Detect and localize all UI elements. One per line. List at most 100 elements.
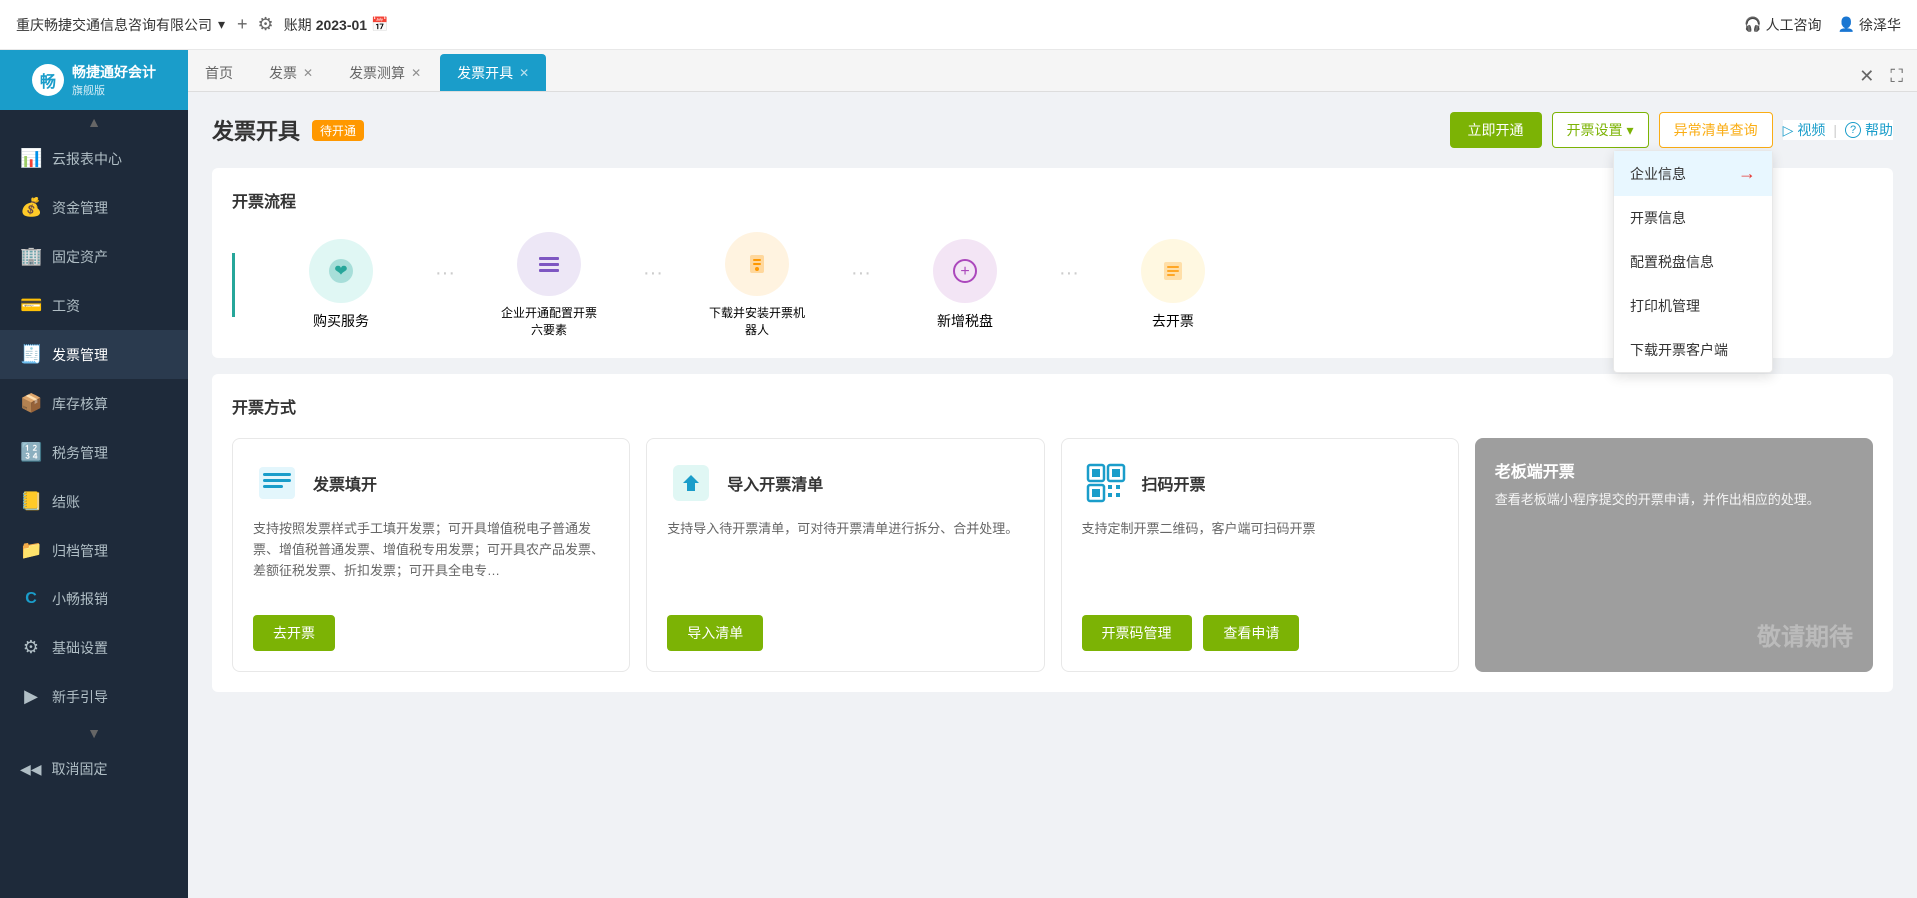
flow-step-2-label: 企业开通配置开票六要素 — [499, 304, 599, 338]
flow-step-5: 去开票 — [1083, 239, 1263, 331]
status-badge: 待开通 — [312, 120, 364, 141]
company-name: 重庆畅捷交通信息咨询有限公司 — [16, 15, 212, 35]
tab-fapiao-close[interactable]: ✕ — [303, 66, 313, 80]
video-help-area: ▷ 视频 | ? 帮助 — [1783, 120, 1893, 140]
user-menu[interactable]: 👤 徐泽华 — [1838, 15, 1901, 35]
dropdown-xiazai-label: 下载开票客户端 — [1630, 342, 1728, 358]
scroll-down-arrow[interactable]: ▼ — [0, 721, 188, 745]
tab-fapiao-label: 发票 — [269, 63, 297, 83]
tab-fapiao[interactable]: 发票 ✕ — [252, 54, 330, 91]
flow-step-5-label: 去开票 — [1152, 311, 1194, 331]
dropdown-dayinji[interactable]: 打印机管理 — [1614, 284, 1772, 328]
methods-section-title: 开票方式 — [232, 394, 1873, 418]
expand-tab-action[interactable]: ⛶ — [1886, 62, 1907, 91]
sidebar-label-shuiwu: 税务管理 — [52, 443, 108, 463]
separator: | — [1833, 122, 1837, 138]
content-area: 首页 发票 ✕ 发票测算 ✕ 发票开具 ✕ ✕ ⛶ 发票开具 — [188, 50, 1917, 898]
dropdown-qiye[interactable]: 企业信息 → — [1614, 151, 1772, 196]
tab-bar: 首页 发票 ✕ 发票测算 ✕ 发票开具 ✕ ✕ ⛶ — [188, 50, 1917, 92]
sidebar-item-kucun[interactable]: 📦 库存核算 — [0, 379, 188, 428]
flow-step-3-label: 下载并安装开票机器人 — [707, 304, 807, 338]
method-scan-apply-btn[interactable]: 查看申请 — [1203, 615, 1299, 651]
tab-fapiaocesuan-close[interactable]: ✕ — [411, 66, 421, 80]
dropdown-peizhi[interactable]: 配置税盘信息 — [1614, 240, 1772, 284]
method-scan-code-btn[interactable]: 开票码管理 — [1082, 615, 1192, 651]
kucun-icon: 📦 — [20, 393, 42, 414]
zijin-icon: 💰 — [20, 197, 42, 218]
tab-home[interactable]: 首页 — [188, 54, 250, 91]
abnormal-list-button[interactable]: 异常清单查询 — [1659, 112, 1773, 148]
scroll-up-arrow[interactable]: ▲ — [0, 110, 188, 134]
account-period: 账期 2023-01 📅 — [284, 15, 389, 35]
method-fill-desc: 支持按照发票样式手工填开发票；可开具增值税电子普通发票、增值税普通发票、增值税专… — [253, 519, 609, 599]
svg-text:❤: ❤ — [334, 263, 347, 280]
sidebar-item-jichushezhi[interactable]: ⚙ 基础设置 — [0, 623, 188, 672]
sidebar-label-gudingzichan: 固定资产 — [52, 247, 108, 267]
scan-icon — [1082, 459, 1130, 507]
sidebar-label-yunbao: 云报表中心 — [52, 149, 122, 169]
sidebar-item-guidang[interactable]: 📁 归档管理 — [0, 526, 188, 575]
flow-step-2: 企业开通配置开票六要素 — [459, 232, 639, 338]
period-value[interactable]: 2023-01 — [316, 17, 367, 33]
sidebar-item-xinshouyin[interactable]: ▶ 新手引导 — [0, 672, 188, 721]
add-tab-button[interactable]: + — [237, 14, 248, 35]
sidebar-item-gongzi[interactable]: 💳 工资 — [0, 281, 188, 330]
boss-card-desc: 查看老板端小程序提交的开票申请，并作出相应的处理。 — [1495, 490, 1853, 511]
gongzi-icon: 💳 — [20, 295, 42, 316]
fapiao-icon: 🧾 — [20, 344, 42, 365]
flow-step-2-icon — [517, 232, 581, 296]
sidebar-item-fapiao[interactable]: 🧾 发票管理 — [0, 330, 188, 379]
sidebar: 畅 畅捷通好会计 旗舰版 ▲ 📊 云报表中心 💰 资金管理 🏢 固定资产 💳 工 — [0, 50, 188, 898]
shuiwu-icon: 🔢 — [20, 442, 42, 463]
cancel-pin-label: 取消固定 — [52, 759, 108, 779]
method-import-title: 导入开票清单 — [727, 471, 823, 495]
human-service-button[interactable]: 🎧 人工咨询 — [1744, 15, 1821, 35]
help-label[interactable]: 帮助 — [1865, 120, 1893, 140]
method-fill-btn[interactable]: 去开票 — [253, 615, 335, 651]
dropdown-kaipiao[interactable]: 开票信息 — [1614, 196, 1772, 240]
sidebar-label-xiaochang: 小畅报销 — [52, 589, 108, 609]
sidebar-item-yunbao[interactable]: 📊 云报表中心 — [0, 134, 188, 183]
video-label[interactable]: 视频 — [1797, 120, 1825, 140]
company-arrow-icon: ▾ — [218, 16, 225, 33]
flow-step-4-label: 新增税盘 — [937, 311, 993, 331]
import-icon — [667, 459, 715, 507]
page-content: 发票开具 待开通 立即开通 开票设置 ▾ 异常清单查询 ▷ 视频 | ? 帮助 — [188, 92, 1917, 898]
method-fill-header: 发票填开 — [253, 459, 609, 507]
sidebar-item-gudingzichan[interactable]: 🏢 固定资产 — [0, 232, 188, 281]
cancel-pin-icon: ◀◀ — [20, 761, 42, 778]
sidebar-item-xiaochang[interactable]: C 小畅报销 — [0, 575, 188, 623]
sidebar-label-guidang: 归档管理 — [52, 541, 108, 561]
close-tab-action[interactable]: ✕ — [1855, 62, 1878, 91]
calendar-icon[interactable]: 📅 — [371, 16, 388, 33]
flow-step-1-label: 购买服务 — [313, 311, 369, 331]
dropdown-peizhi-label: 配置税盘信息 — [1630, 254, 1714, 270]
fill-icon — [253, 459, 301, 507]
sidebar-item-shuiwu[interactable]: 🔢 税务管理 — [0, 428, 188, 477]
sidebar-label-fapiao: 发票管理 — [52, 345, 108, 365]
invoice-settings-button[interactable]: 开票设置 ▾ — [1552, 112, 1649, 148]
method-import-btn[interactable]: 导入清单 — [667, 615, 763, 651]
open-now-button[interactable]: 立即开通 — [1450, 112, 1542, 148]
tab-home-label: 首页 — [205, 63, 233, 83]
tab-fapiaokaiJu-close[interactable]: ✕ — [519, 66, 529, 80]
company-selector[interactable]: 重庆畅捷交通信息咨询有限公司 ▾ — [16, 15, 225, 35]
gudingzichan-icon: 🏢 — [20, 246, 42, 267]
settings-arrow-icon: ▾ — [1627, 122, 1634, 139]
sidebar-item-zijin[interactable]: 💰 资金管理 — [0, 183, 188, 232]
dropdown-qiye-label: 企业信息 — [1630, 164, 1686, 184]
main-layout: 畅 畅捷通好会计 旗舰版 ▲ 📊 云报表中心 💰 资金管理 🏢 固定资产 💳 工 — [0, 50, 1917, 898]
dropdown-xiazai[interactable]: 下载开票客户端 — [1614, 328, 1772, 372]
cancel-pin-button[interactable]: ◀◀ 取消固定 — [0, 745, 188, 793]
jichushezhi-icon: ⚙ — [20, 637, 42, 658]
tab-fapiaocesuan[interactable]: 发票测算 ✕ — [332, 54, 438, 91]
method-scan-desc: 支持定制开票二维码，客户端可扫码开票 — [1082, 519, 1438, 599]
flow-step-border — [232, 253, 235, 317]
settings-icon[interactable]: ⚙ — [258, 14, 274, 35]
flow-step-5-icon — [1141, 239, 1205, 303]
flow-arrow-2: ··· — [643, 262, 663, 309]
red-arrow-icon: → — [1738, 163, 1756, 184]
sidebar-item-jiezhang[interactable]: 📒 结账 — [0, 477, 188, 526]
tab-fapiaokaiJu[interactable]: 发票开具 ✕ — [440, 54, 546, 91]
sidebar-label-jichushezhi: 基础设置 — [52, 638, 108, 658]
